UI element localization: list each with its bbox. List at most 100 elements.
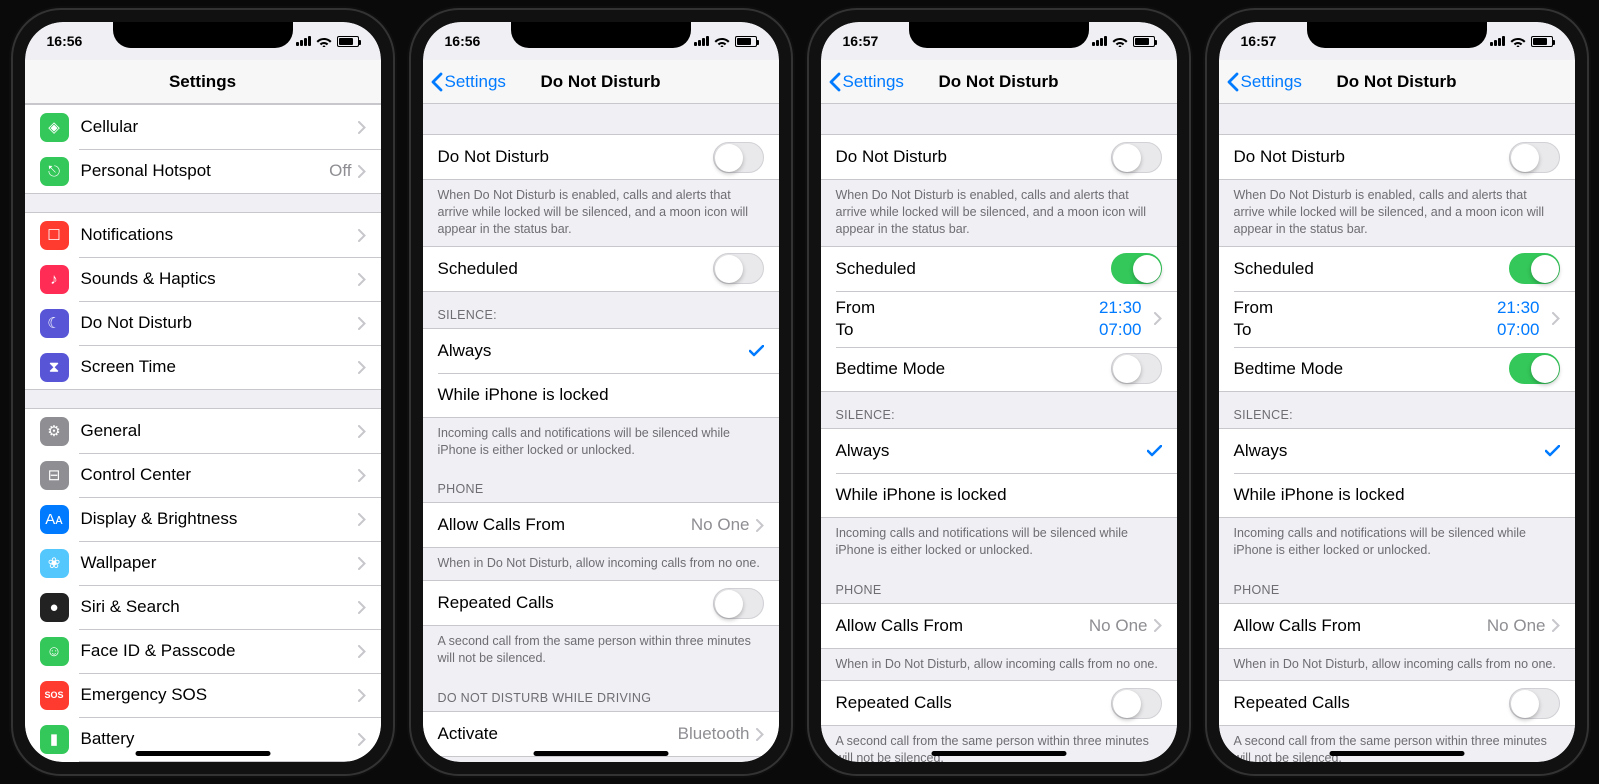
row-label: Screen Time	[81, 357, 358, 377]
repeated-calls-row[interactable]: Repeated Calls	[1219, 681, 1575, 725]
repeated-calls-row[interactable]: Repeated Calls	[423, 581, 779, 625]
allow-calls-row[interactable]: Allow Calls FromNo One	[1219, 604, 1575, 648]
repeated-toggle[interactable]	[713, 588, 764, 619]
signal-icon	[296, 36, 311, 46]
settings-list[interactable]: ◈ Cellular ⎋ Personal HotspotOff ☐ Notif…	[25, 104, 381, 762]
from-time: 21:30	[1497, 297, 1540, 319]
chevron-right-icon	[358, 165, 366, 178]
dnd-footer: When Do Not Disturb is enabled, calls an…	[821, 180, 1177, 246]
from-label: From	[1234, 297, 1274, 319]
row-label: Cellular	[81, 117, 358, 137]
chevron-left-icon	[431, 72, 443, 92]
phone-settings: 16:56 Settings ◈ Cellular ⎋ Personal Hot…	[13, 10, 393, 774]
allow-calls-row[interactable]: Allow Calls FromNo One	[423, 503, 779, 547]
scheduled-row[interactable]: Scheduled	[821, 247, 1177, 291]
page-title: Settings	[25, 72, 381, 92]
cellular-icon: ◈	[40, 113, 69, 142]
chevron-left-icon	[1227, 72, 1239, 92]
home-indicator[interactable]	[533, 751, 668, 756]
bedtime-toggle[interactable]	[1111, 353, 1162, 384]
to-label: To	[836, 319, 854, 341]
display-icon: Aᴀ	[40, 505, 69, 534]
dnd-footer: When Do Not Disturb is enabled, calls an…	[1219, 180, 1575, 246]
silence-always-row[interactable]: Always	[821, 429, 1177, 473]
from-label: From	[836, 297, 876, 319]
wifi-icon	[1510, 35, 1526, 47]
dnd-toggle-row[interactable]: Do Not Disturb	[821, 135, 1177, 179]
settings-row-wallpaper[interactable]: ❀ Wallpaper	[25, 541, 381, 585]
row-label: Control Center	[81, 465, 358, 485]
home-indicator[interactable]	[135, 751, 270, 756]
from-time: 21:30	[1099, 297, 1142, 319]
dnd-toggle[interactable]	[1509, 142, 1560, 173]
back-button[interactable]: Settings	[1227, 72, 1302, 92]
settings-row-notifications[interactable]: ☐ Notifications	[25, 213, 381, 257]
dnd-content[interactable]: Do Not Disturb When Do Not Disturb is en…	[1219, 104, 1575, 762]
wifi-icon	[316, 35, 332, 47]
battery-icon	[1531, 36, 1553, 47]
settings-row-faceid[interactable]: ☺ Face ID & Passcode	[25, 629, 381, 673]
dnd-content[interactable]: Do Not Disturb When Do Not Disturb is en…	[821, 104, 1177, 762]
repeated-footer: A second call from the same person withi…	[821, 726, 1177, 762]
settings-row-hotspot[interactable]: ⎋ Personal HotspotOff	[25, 149, 381, 193]
schedule-time-row[interactable]: From21:30 To07:00	[821, 291, 1177, 347]
settings-row-sounds[interactable]: ♪ Sounds & Haptics	[25, 257, 381, 301]
screentime-icon: ⧗	[40, 353, 69, 382]
chevron-right-icon	[358, 361, 366, 374]
dnd-toggle[interactable]	[713, 142, 764, 173]
silence-always-row[interactable]: Always	[423, 329, 779, 373]
wifi-icon	[1112, 35, 1128, 47]
chevron-right-icon	[1552, 619, 1560, 632]
repeated-calls-row[interactable]: Repeated Calls	[821, 681, 1177, 725]
settings-row-controlcenter[interactable]: ⊟ Control Center	[25, 453, 381, 497]
settings-row-cellular[interactable]: ◈ Cellular	[25, 105, 381, 149]
repeated-toggle[interactable]	[1111, 688, 1162, 719]
allow-calls-row[interactable]: Allow Calls FromNo One	[821, 604, 1177, 648]
row-label: Emergency SOS	[81, 685, 358, 705]
bedtime-row[interactable]: Bedtime Mode	[821, 347, 1177, 391]
silence-locked-row[interactable]: While iPhone is locked	[821, 473, 1177, 517]
scheduled-toggle[interactable]	[713, 253, 764, 284]
faceid-icon: ☺	[40, 637, 69, 666]
scheduled-toggle[interactable]	[1111, 253, 1162, 284]
chevron-right-icon	[756, 728, 764, 741]
back-button[interactable]: Settings	[431, 72, 506, 92]
row-label: Battery	[81, 729, 358, 749]
scheduled-row[interactable]: Scheduled	[423, 247, 779, 291]
repeated-toggle[interactable]	[1509, 688, 1560, 719]
settings-row-screentime[interactable]: ⧗ Screen Time	[25, 345, 381, 389]
silence-header: SILENCE:	[821, 392, 1177, 428]
bedtime-toggle[interactable]	[1509, 353, 1560, 384]
bedtime-row[interactable]: Bedtime Mode	[1219, 347, 1575, 391]
chevron-right-icon	[358, 317, 366, 330]
phone-header: PHONE	[423, 466, 779, 502]
silence-footer: Incoming calls and notifications will be…	[1219, 518, 1575, 567]
scheduled-toggle[interactable]	[1509, 253, 1560, 284]
settings-row-siri[interactable]: ● Siri & Search	[25, 585, 381, 629]
silence-always-row[interactable]: Always	[1219, 429, 1575, 473]
schedule-time-row[interactable]: From21:30 To07:00	[1219, 291, 1575, 347]
dnd-toggle-row[interactable]: Do Not Disturb	[423, 135, 779, 179]
settings-row-sos[interactable]: SOS Emergency SOS	[25, 673, 381, 717]
silence-header: SILENCE:	[1219, 392, 1575, 428]
settings-row-display[interactable]: Aᴀ Display & Brightness	[25, 497, 381, 541]
home-indicator[interactable]	[1329, 751, 1464, 756]
dnd-toggle[interactable]	[1111, 142, 1162, 173]
silence-locked-row[interactable]: While iPhone is locked	[423, 373, 779, 417]
activate-row[interactable]: ActivateBluetooth	[423, 712, 779, 756]
silence-footer: Incoming calls and notifications will be…	[423, 418, 779, 467]
dnd-toggle-row[interactable]: Do Not Disturb	[1219, 135, 1575, 179]
nav-bar: Settings Do Not Disturb	[821, 60, 1177, 104]
settings-row-dnd[interactable]: ☾ Do Not Disturb	[25, 301, 381, 345]
silence-locked-row[interactable]: While iPhone is locked	[1219, 473, 1575, 517]
settings-row-general[interactable]: ⚙ General	[25, 409, 381, 453]
settings-row-privacy[interactable]: ✋ Privacy	[25, 761, 381, 762]
silence-header: SILENCE:	[423, 292, 779, 328]
notch	[511, 22, 691, 48]
home-indicator[interactable]	[931, 751, 1066, 756]
dnd-content[interactable]: Do Not Disturb When Do Not Disturb is en…	[423, 104, 779, 762]
chevron-right-icon	[1154, 619, 1162, 632]
back-button[interactable]: Settings	[829, 72, 904, 92]
scheduled-row[interactable]: Scheduled	[1219, 247, 1575, 291]
phone-dnd-bedtime-on: 16:57 Settings Do Not Disturb Do Not Dis…	[1207, 10, 1587, 774]
